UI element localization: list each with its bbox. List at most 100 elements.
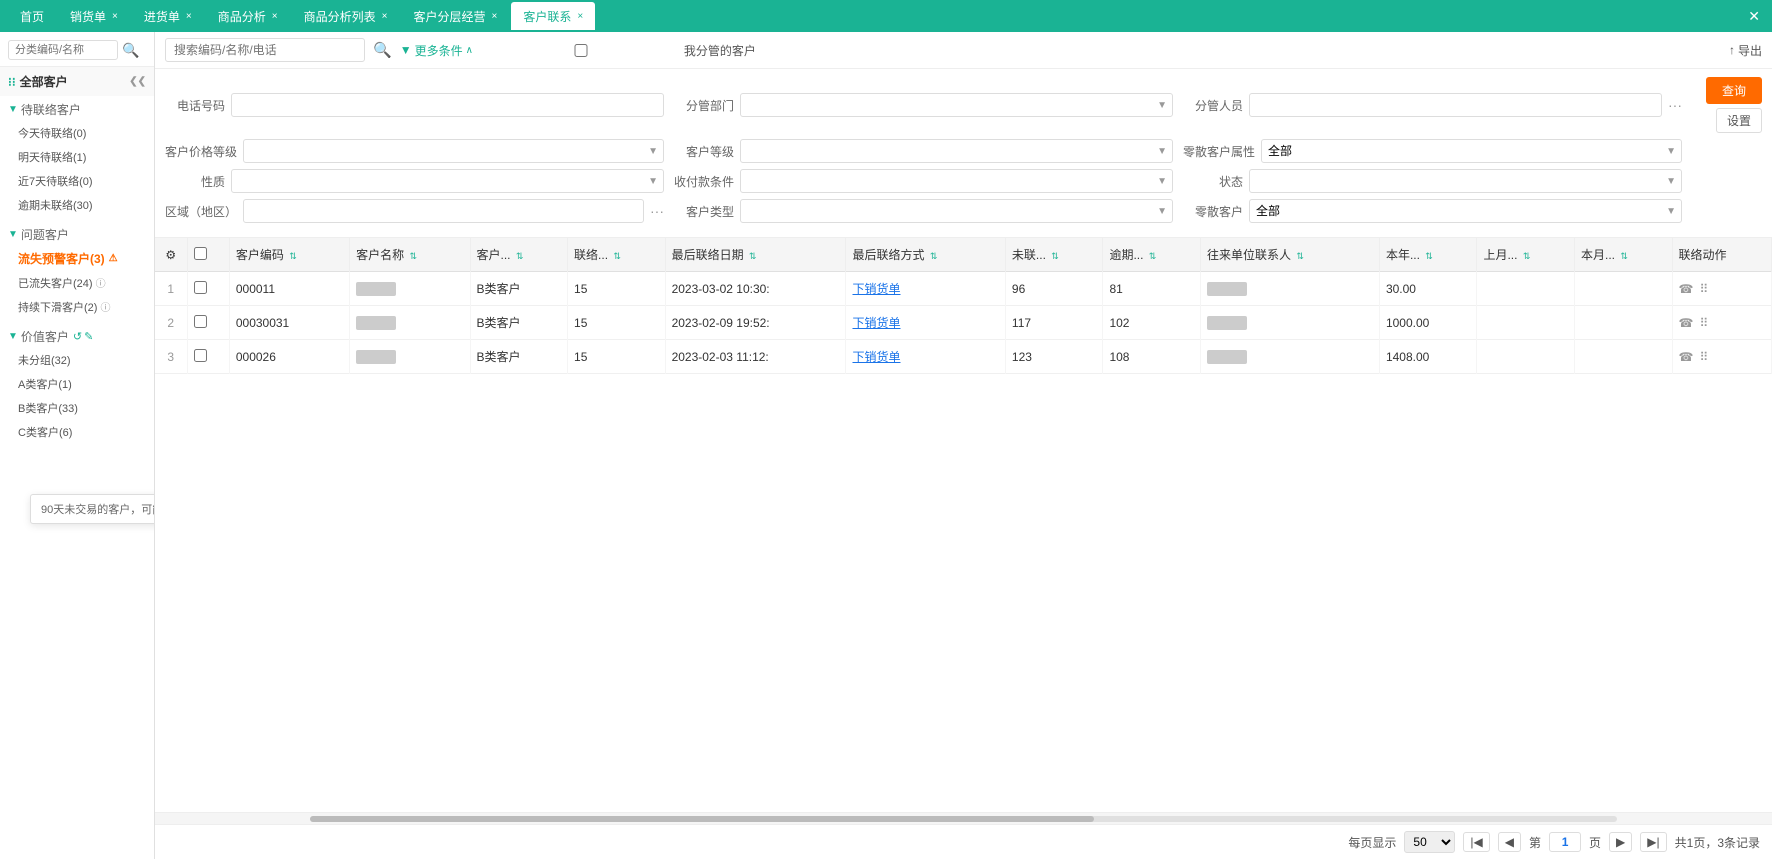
query-button[interactable]: 查询: [1706, 77, 1762, 104]
status-select[interactable]: [1249, 169, 1682, 193]
sidebar-group-pending[interactable]: ▼ 待联络客户: [0, 96, 154, 121]
sidebar-item-churn-warning[interactable]: 流失预警客户(3) ⚠: [0, 246, 154, 271]
col-contact-count: 联络... ⇅: [568, 238, 666, 272]
col-name: 客户名称 ⇅: [350, 238, 470, 272]
more-btn[interactable]: ···: [1668, 97, 1682, 113]
customer-code: 00030031: [229, 306, 349, 340]
sidebar-item-ungroup[interactable]: 未分组(32): [0, 348, 154, 372]
row-checkbox-cell: [187, 306, 229, 340]
settings-button[interactable]: 设置: [1716, 108, 1762, 133]
last-contact-type: 下销货单: [846, 272, 1005, 306]
row-checkbox[interactable]: [194, 315, 207, 328]
customer-level-select[interactable]: [740, 139, 1173, 163]
more-action-icon[interactable]: ⠿: [1699, 350, 1708, 364]
tab-close-icon[interactable]: ×: [577, 11, 583, 22]
col-no-contact: 未联... ⇅: [1005, 238, 1103, 272]
sidebar-group-problem[interactable]: ▼ 问题客户: [0, 221, 154, 246]
first-page-button[interactable]: |◀: [1463, 832, 1489, 852]
col-settings[interactable]: ⚙: [155, 238, 187, 272]
per-page-label: 每页显示: [1348, 834, 1396, 851]
tab-close-icon[interactable]: ×: [491, 11, 497, 22]
sidebar-item-declining[interactable]: 持续下滑客户(2) ⓘ: [0, 295, 154, 319]
search-button[interactable]: 🔍: [373, 41, 392, 59]
last-contact-date: 2023-03-02 10:30:: [665, 272, 846, 306]
row-checkbox[interactable]: [194, 349, 207, 362]
sidebar-item-overdue[interactable]: 逾期未联络(30): [0, 193, 154, 217]
customer-level: B类客户: [470, 272, 568, 306]
more-action-icon[interactable]: ⠿: [1699, 282, 1708, 296]
table-row: 2 00030031 B类客户 15 2023-02-09 19:52: 下销货…: [155, 306, 1772, 340]
row-checkbox[interactable]: [194, 281, 207, 294]
contact-type-link[interactable]: 下销货单: [852, 350, 900, 364]
export-button[interactable]: ↑ 导出: [1729, 42, 1762, 59]
refresh-icon[interactable]: ↺: [73, 330, 82, 343]
select-all-checkbox[interactable]: [194, 247, 207, 260]
tab-homepage[interactable]: 首页: [8, 2, 56, 30]
all-customers-title[interactable]: ⁝⁝ 全部客户 ❮❮: [0, 67, 154, 96]
last-month-amount: [1477, 306, 1575, 340]
tab-customer-contact[interactable]: 客户联系 ×: [511, 2, 595, 30]
sidebar-item-c-class[interactable]: C类客户(6): [0, 420, 154, 444]
sidebar-item-tomorrow[interactable]: 明天待联络(1): [0, 145, 154, 169]
search-input[interactable]: [165, 38, 365, 62]
filter-zero-attr: 零散客户属性 全部 ▼: [1183, 139, 1682, 163]
my-customers-checkbox[interactable]: [481, 44, 681, 57]
filter-status: 状态 ▼: [1183, 169, 1682, 193]
edit-icon[interactable]: ✎: [84, 330, 93, 343]
contact-type-link[interactable]: 下销货单: [852, 282, 900, 296]
sort-icon: ⇅: [410, 251, 418, 261]
zero-attr-select[interactable]: 全部: [1261, 139, 1682, 163]
filter-panel: 电话号码 分管部门 ▼ 分管人员 ··· 查询 设置: [155, 69, 1772, 238]
contact-type-link[interactable]: 下销货单: [852, 316, 900, 330]
zero-customer-select[interactable]: 全部: [1249, 199, 1682, 223]
my-customers-checkbox-label[interactable]: 我分管的客户: [481, 42, 756, 59]
next-page-button[interactable]: ▶: [1609, 832, 1632, 852]
export-icon: ↑: [1729, 43, 1735, 57]
nature-select[interactable]: [231, 169, 664, 193]
sidebar-item-a-class[interactable]: A类客户(1): [0, 372, 154, 396]
horizontal-scrollbar[interactable]: [155, 812, 1772, 824]
tab-close-icon[interactable]: ×: [112, 11, 118, 22]
tab-product-analysis[interactable]: 商品分析 ×: [206, 2, 290, 30]
tab-product-analysis-list[interactable]: 商品分析列表 ×: [292, 2, 400, 30]
tab-close-icon[interactable]: ×: [382, 11, 388, 22]
tab-sales-order[interactable]: 销货单 ×: [58, 2, 130, 30]
payment-select[interactable]: [740, 169, 1173, 193]
group-label: 问题客户: [21, 226, 69, 243]
last-contact-type: 下销货单: [846, 306, 1005, 340]
phone-action-icon[interactable]: ☎: [1679, 350, 1694, 364]
per-page-select[interactable]: 50 100: [1404, 831, 1455, 853]
scroll-thumb[interactable]: [310, 816, 1094, 822]
price-level-select[interactable]: [243, 139, 664, 163]
sidebar-item-churned[interactable]: 已流失客户(24) ⓘ: [0, 271, 154, 295]
page-number-input[interactable]: [1549, 832, 1581, 852]
blurred-person: [1207, 282, 1247, 296]
customer-type-select[interactable]: [740, 199, 1173, 223]
dept-select[interactable]: [740, 93, 1173, 117]
phone-action-icon[interactable]: ☎: [1679, 282, 1694, 296]
tab-purchase-order[interactable]: 进货单 ×: [132, 2, 204, 30]
person-input[interactable]: [1249, 93, 1662, 117]
region-input[interactable]: [243, 199, 644, 223]
tab-close-icon[interactable]: ×: [186, 11, 192, 22]
row-number: 1: [155, 272, 187, 306]
zero-attr-wrap: 全部 ▼: [1261, 139, 1682, 163]
sidebar-group-value[interactable]: ▼ 价值客户 ↺ ✎: [0, 323, 154, 348]
filter-button[interactable]: ▼ 更多条件 ∧: [400, 42, 473, 59]
no-contact-days: 96: [1005, 272, 1103, 306]
phone-action-icon[interactable]: ☎: [1679, 316, 1694, 330]
sidebar-search-input[interactable]: [8, 40, 118, 60]
phone-input[interactable]: [231, 93, 664, 117]
tab-customer-segmentation[interactable]: 客户分层经营 ×: [401, 2, 509, 30]
sidebar-item-today[interactable]: 今天待联络(0): [0, 121, 154, 145]
more-action-icon[interactable]: ⠿: [1699, 316, 1708, 330]
sidebar-search-icon[interactable]: 🔍: [122, 42, 139, 59]
sidebar-item-7days[interactable]: 近7天待联络(0): [0, 169, 154, 193]
close-all-tabs-icon[interactable]: ✕: [1744, 4, 1764, 29]
prev-page-button[interactable]: ◀: [1498, 832, 1521, 852]
info-icon: ⓘ: [101, 303, 111, 314]
more-btn[interactable]: ···: [650, 203, 664, 219]
tab-close-icon[interactable]: ×: [272, 11, 278, 22]
last-page-button[interactable]: ▶|: [1640, 832, 1666, 852]
sidebar-item-b-class[interactable]: B类客户(33): [0, 396, 154, 420]
